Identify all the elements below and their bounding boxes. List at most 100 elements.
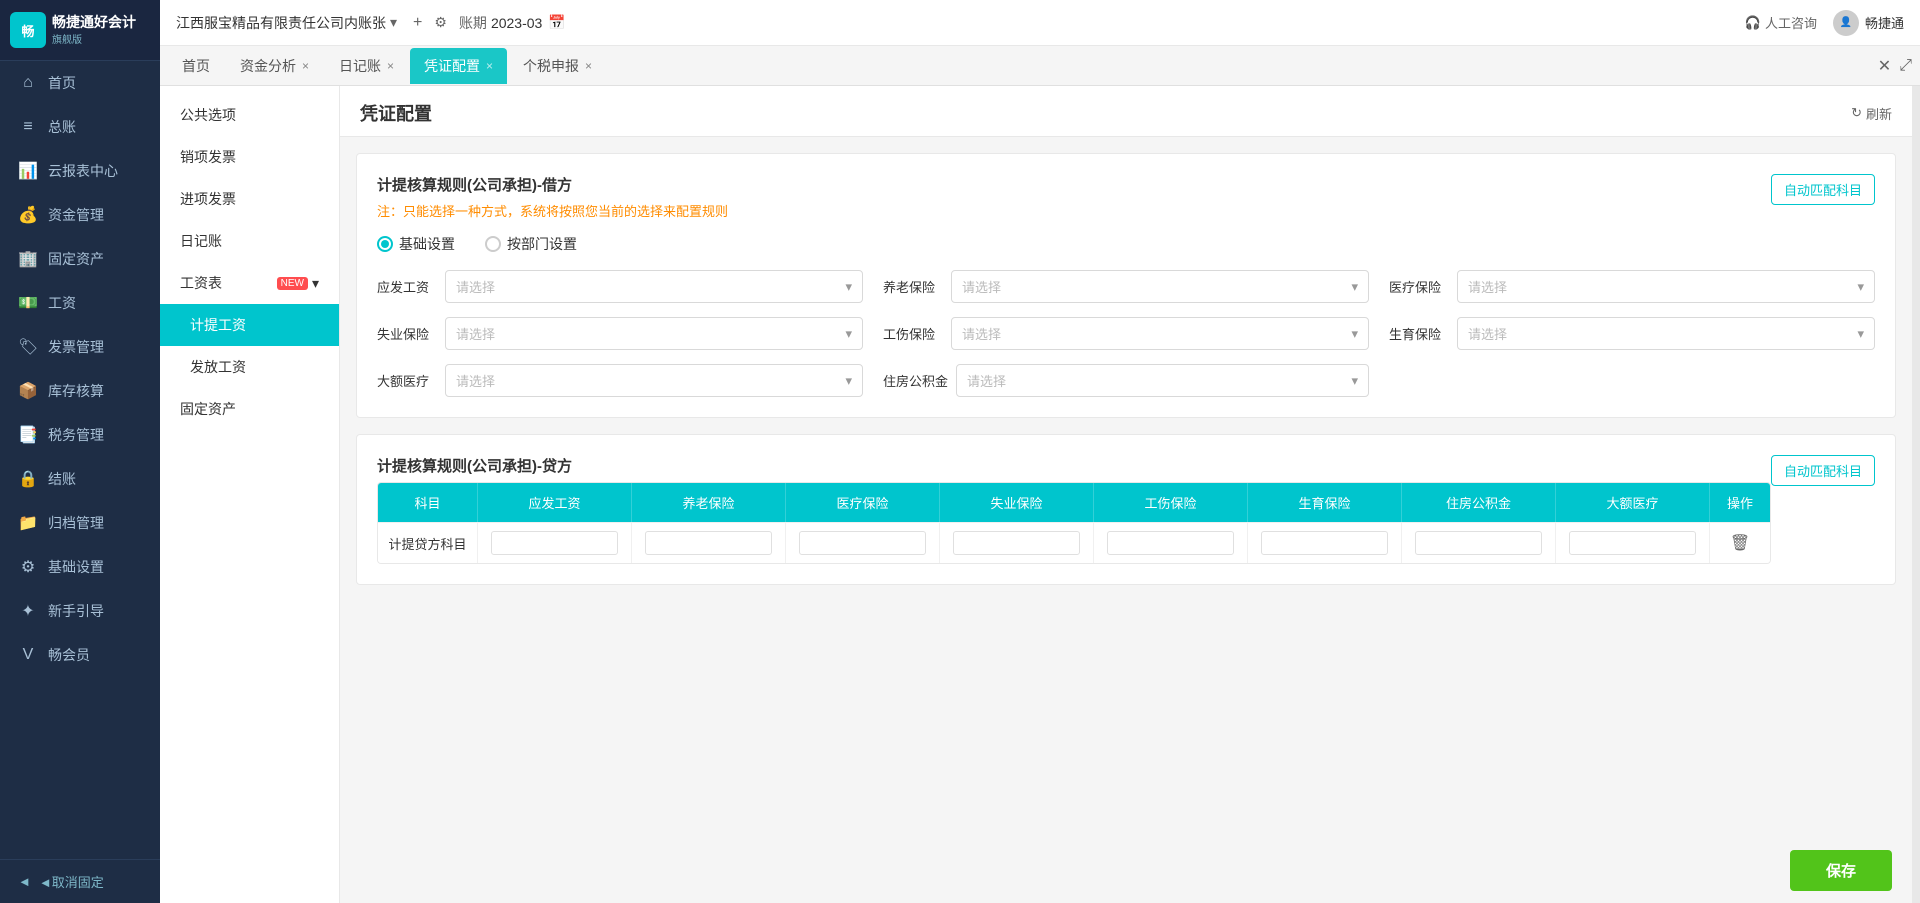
- td-daeliao[interactable]: [1556, 523, 1710, 563]
- left-menu-jiti[interactable]: 计提工资: [160, 304, 339, 346]
- sidebar-item-label: 库存核算: [48, 381, 104, 401]
- tab-journal-close[interactable]: ×: [387, 59, 394, 73]
- add-account-button[interactable]: +: [413, 14, 422, 32]
- tab-journal[interactable]: 日记账 ×: [325, 48, 408, 84]
- user-menu[interactable]: 👤 畅捷通: [1833, 10, 1904, 36]
- sidebar-item-inventory[interactable]: 📦 库存核算: [0, 369, 160, 413]
- sidebar-item-archive[interactable]: 📁 归档管理: [0, 501, 160, 545]
- refresh-button[interactable]: ↻ 刷新: [1851, 104, 1892, 123]
- sidebar-item-settings[interactable]: ⚙ 基础设置: [0, 545, 160, 589]
- sidebar-item-tax[interactable]: 📑 税务管理: [0, 413, 160, 457]
- input-yingfa[interactable]: [491, 531, 618, 555]
- pin-icon: ◄: [18, 874, 31, 889]
- tab-funds[interactable]: 资金分析 ×: [226, 48, 323, 84]
- left-menu-purchase[interactable]: 进项发票: [160, 178, 339, 220]
- tab-tax-close[interactable]: ×: [585, 59, 592, 73]
- sidebar-item-invoices[interactable]: 🏷 发票管理: [0, 325, 160, 369]
- select-yanglao[interactable]: 请选择 ▾: [951, 270, 1369, 303]
- cancel-fix-button[interactable]: ◄ ◄取消固定: [0, 859, 160, 903]
- select-yanglao-placeholder: 请选择: [962, 277, 1001, 296]
- expand-button[interactable]: ⤢: [1899, 57, 1912, 75]
- td-yingfa[interactable]: [478, 523, 632, 563]
- left-menu-fixed-assets-label: 固定资产: [180, 401, 236, 417]
- sidebar-item-payroll[interactable]: 💵 工资: [0, 281, 160, 325]
- settings-gear-button[interactable]: ⚙: [434, 14, 447, 31]
- td-gongjijin[interactable]: [1402, 523, 1556, 563]
- company-arrow-icon: ▾: [390, 14, 397, 31]
- sidebar-item-label: 税务管理: [48, 425, 104, 445]
- input-yanglao[interactable]: [645, 531, 772, 555]
- close-tab-button[interactable]: ✕: [1878, 56, 1891, 76]
- input-daeliao[interactable]: [1569, 531, 1696, 555]
- home-icon: ⌂: [18, 74, 38, 92]
- right-scrollbar[interactable]: [1912, 86, 1920, 903]
- sidebar-item-label: 新手引导: [48, 601, 104, 621]
- payroll-icon: 💵: [18, 293, 38, 313]
- select-gongshang[interactable]: 请选择 ▾: [951, 317, 1369, 350]
- tab-journal-label: 日记账: [339, 56, 381, 76]
- th-subject: 科目: [378, 483, 478, 522]
- inventory-icon: 📦: [18, 381, 38, 401]
- input-gongjijin[interactable]: [1415, 531, 1542, 555]
- sidebar-item-member[interactable]: V 畅会员: [0, 633, 160, 677]
- select-gongjijin[interactable]: 请选择 ▾: [956, 364, 1369, 397]
- td-shengyu[interactable]: [1248, 523, 1402, 563]
- support-button[interactable]: 🎧 人工咨询: [1745, 13, 1817, 32]
- radio-by-dept[interactable]: 按部门设置: [485, 234, 577, 254]
- auto-match-debit-button[interactable]: 自动匹配科目: [1771, 174, 1875, 205]
- input-yiliao[interactable]: [799, 531, 926, 555]
- sidebar-item-label: 畅会员: [48, 645, 90, 665]
- left-menu-fixed-assets[interactable]: 固定资产: [160, 388, 339, 430]
- select-yiliao[interactable]: 请选择 ▾: [1457, 270, 1875, 303]
- sidebar-item-reports[interactable]: 📊 云报表中心: [0, 149, 160, 193]
- select-yingfa[interactable]: 请选择 ▾: [445, 270, 863, 303]
- sidebar-item-close[interactable]: 🔒 结账: [0, 457, 160, 501]
- sidebar-item-ledger[interactable]: ≡ 总账: [0, 105, 160, 149]
- page-header: 凭证配置 ↻ 刷新: [340, 86, 1912, 137]
- left-menu-public[interactable]: 公共选项: [160, 94, 339, 136]
- tab-voucher[interactable]: 凭证配置 ×: [410, 48, 507, 84]
- input-shengyu[interactable]: [1261, 531, 1388, 555]
- radio-basic[interactable]: 基础设置: [377, 234, 455, 254]
- input-shiye[interactable]: [953, 531, 1080, 555]
- select-shengyu[interactable]: 请选择 ▾: [1457, 317, 1875, 350]
- save-button[interactable]: 保存: [1790, 850, 1892, 891]
- tab-home[interactable]: 首页: [168, 48, 224, 84]
- td-delete[interactable]: 🗑: [1710, 523, 1770, 563]
- left-menu-payroll-table[interactable]: 工资表 NEW ▾: [160, 262, 339, 304]
- tab-tax[interactable]: 个税申报 ×: [509, 48, 606, 84]
- tax-icon: 📑: [18, 425, 38, 445]
- td-gongshang[interactable]: [1094, 523, 1248, 563]
- select-shiye[interactable]: 请选择 ▾: [445, 317, 863, 350]
- debit-section-note: 注：只能选择一种方式，系统将按照您当前的选择来配置规则: [377, 201, 1875, 220]
- left-menu-public-label: 公共选项: [180, 107, 236, 123]
- td-shiye[interactable]: [940, 523, 1094, 563]
- left-menu-journal[interactable]: 日记账: [160, 220, 339, 262]
- auto-match-credit-button[interactable]: 自动匹配科目: [1771, 455, 1875, 486]
- input-gongshang[interactable]: [1107, 531, 1234, 555]
- debit-form-grid: 应发工资 请选择 ▾ 养老保险 请选择 ▾: [377, 270, 1875, 397]
- calendar-icon[interactable]: 📅: [548, 14, 565, 31]
- sidebar-item-label: 工资: [48, 293, 76, 313]
- left-menu-sales[interactable]: 销项发票: [160, 136, 339, 178]
- select-daeliao[interactable]: 请选择 ▾: [445, 364, 863, 397]
- sidebar-item-funds[interactable]: 💰 资金管理: [0, 193, 160, 237]
- sidebar-item-assets[interactable]: 🏢 固定资产: [0, 237, 160, 281]
- assets-icon: 🏢: [18, 249, 38, 269]
- tab-funds-close[interactable]: ×: [302, 59, 309, 73]
- sidebar-item-home[interactable]: ⌂ 首页: [0, 61, 160, 105]
- td-yanglao[interactable]: [632, 523, 786, 563]
- debit-section-title: 计提核算规则(公司承担)-借方: [377, 174, 1875, 195]
- left-menu-purchase-label: 进项发票: [180, 191, 236, 207]
- company-selector[interactable]: 江西服宝精品有限责任公司内账张 ▾: [176, 13, 397, 33]
- period-selector[interactable]: 账期 2023-03 📅: [459, 13, 566, 33]
- td-yiliao[interactable]: [786, 523, 940, 563]
- left-menu-fafang[interactable]: 发放工资: [160, 346, 339, 388]
- ledger-icon: ≡: [18, 118, 38, 136]
- sidebar-item-label: 资金管理: [48, 205, 104, 225]
- th-yanglao: 养老保险: [632, 483, 786, 522]
- sidebar-item-label: 固定资产: [48, 249, 104, 269]
- tab-voucher-close[interactable]: ×: [486, 59, 493, 73]
- sidebar-item-guide[interactable]: ✦ 新手引导: [0, 589, 160, 633]
- th-gongjijin: 住房公积金: [1402, 483, 1556, 522]
